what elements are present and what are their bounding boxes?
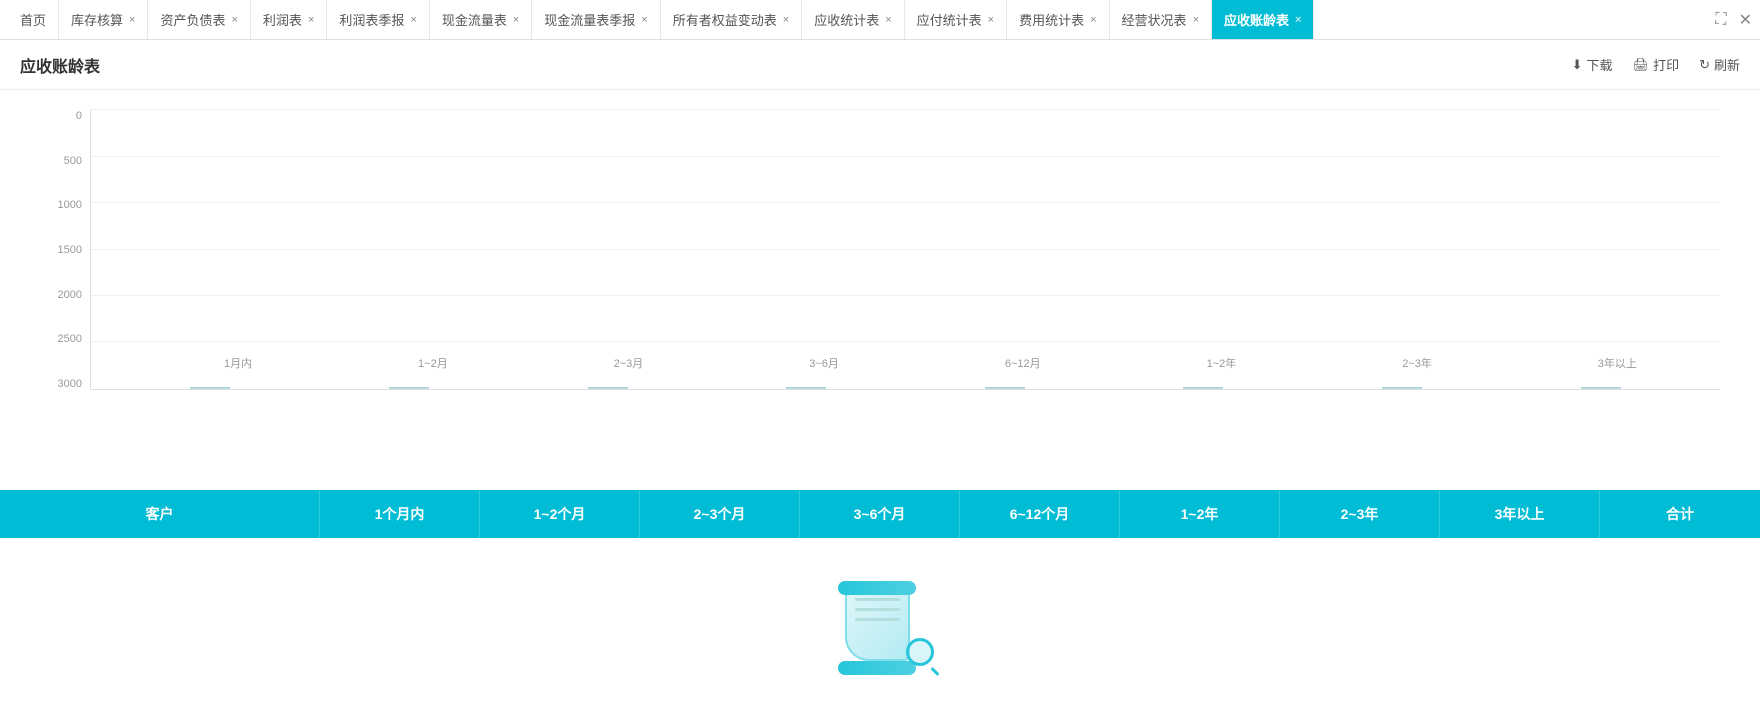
tab-close-operation[interactable]: × xyxy=(1193,14,1199,26)
x-label-2-3月: 2~3月 xyxy=(614,355,644,371)
close-window-button[interactable]: ✕ xyxy=(1739,10,1752,30)
tab-aging[interactable]: 应收账龄表 × xyxy=(1212,0,1314,40)
col-3-6month: 3~6个月 xyxy=(800,490,960,538)
tab-close-expense-stats[interactable]: × xyxy=(1090,14,1096,26)
col-total: 合计 xyxy=(1600,490,1760,538)
tab-profit-quarterly[interactable]: 利润表季报 × xyxy=(327,0,429,40)
tab-close-profit-quarterly[interactable]: × xyxy=(410,14,416,26)
col-6-12month: 6~12个月 xyxy=(960,490,1120,538)
tab-close-aging[interactable]: × xyxy=(1295,14,1301,26)
tab-balance-sheet[interactable]: 资产负债表 × xyxy=(148,0,250,40)
col-3year-plus: 3年以上 xyxy=(1440,490,1600,538)
chart-container: 3000 2500 2000 1500 1000 500 0 xyxy=(40,110,1720,430)
tab-bar: 首页 库存核算 × 资产负债表 × 利润表 × 利润表季报 × 现金流量表 × … xyxy=(0,0,1760,40)
magnifier-handle xyxy=(930,667,939,676)
tab-profit[interactable]: 利润表 × xyxy=(251,0,327,40)
download-button[interactable]: ⬇ 下载 xyxy=(1572,55,1613,74)
y-axis: 3000 2500 2000 1500 1000 500 0 xyxy=(40,110,90,390)
x-label-2-3年: 2~3年 xyxy=(1402,355,1432,371)
col-1-2month: 1~2个月 xyxy=(480,490,640,538)
window-controls: ⛶ ✕ xyxy=(1715,0,1752,40)
refresh-button[interactable]: ↻ 刷新 xyxy=(1699,55,1740,74)
chart-area: 3000 2500 2000 1500 1000 500 0 xyxy=(0,90,1760,490)
x-label-1-2年: 1~2年 xyxy=(1207,355,1237,371)
print-icon: 🖨 xyxy=(1633,57,1650,73)
tab-close-cashflow-quarterly[interactable]: × xyxy=(641,14,647,26)
y-label-0: 0 xyxy=(76,110,82,122)
col-2-3year: 2~3年 xyxy=(1280,490,1440,538)
bars-container xyxy=(91,110,1720,389)
tab-operation[interactable]: 经营状况表 × xyxy=(1110,0,1212,40)
scroll-body xyxy=(845,586,910,661)
refresh-icon: ↻ xyxy=(1699,57,1710,73)
table-header: 客户 1个月内 1~2个月 2~3个月 3~6个月 6~12个月 1~2年 2~… xyxy=(0,490,1760,538)
magnifier-circle xyxy=(906,638,934,666)
col-1-2year: 1~2年 xyxy=(1120,490,1280,538)
y-label-1500: 1500 xyxy=(58,244,82,256)
tab-close-cashflow[interactable]: × xyxy=(513,14,519,26)
tab-receivable-stats[interactable]: 应收统计表 × xyxy=(802,0,904,40)
restore-button[interactable]: ⛶ xyxy=(1715,11,1726,29)
x-axis: 1月内 1~2月 2~3月 3~6月 6~12月 1~2年 2~3年 3年以上 xyxy=(141,349,1720,389)
tab-cashflow[interactable]: 现金流量表 × xyxy=(430,0,532,40)
col-1month: 1个月内 xyxy=(320,490,480,538)
tab-close-profit[interactable]: × xyxy=(308,14,314,26)
scroll-roll-bottom xyxy=(838,661,916,675)
tab-close-equity[interactable]: × xyxy=(783,14,789,26)
y-label-2500: 2500 xyxy=(58,333,82,345)
tab-cashflow-quarterly[interactable]: 现金流量表季报 × xyxy=(532,0,660,40)
tab-close-payable-stats[interactable]: × xyxy=(988,14,994,26)
tab-inventory[interactable]: 库存核算 × xyxy=(59,0,148,40)
download-icon: ⬇ xyxy=(1572,57,1583,73)
page-title: 应收账龄表 xyxy=(20,53,100,77)
tab-equity[interactable]: 所有者权益变动表 × xyxy=(661,0,802,40)
col-customer: 客户 xyxy=(0,490,320,538)
x-label-1-2月: 1~2月 xyxy=(418,355,448,371)
col-2-3month: 2~3个月 xyxy=(640,490,800,538)
tab-close-balance-sheet[interactable]: × xyxy=(231,14,237,26)
tab-close-receivable-stats[interactable]: × xyxy=(885,14,891,26)
page-header: 应收账龄表 ⬇ 下载 🖨 打印 ↻ 刷新 xyxy=(0,40,1760,90)
y-label-3000: 3000 xyxy=(58,378,82,390)
main-content: 3000 2500 2000 1500 1000 500 0 xyxy=(0,90,1760,720)
x-label-3年以上: 3年以上 xyxy=(1598,355,1637,371)
tab-close-inventory[interactable]: × xyxy=(129,14,135,26)
y-label-1000: 1000 xyxy=(58,199,82,211)
scroll-roll-top xyxy=(838,581,916,595)
y-label-2000: 2000 xyxy=(58,289,82,301)
chart-plot: 1月内 1~2月 2~3月 3~6月 6~12月 1~2年 2~3年 3年以上 xyxy=(90,110,1720,390)
empty-illustration xyxy=(830,578,930,678)
x-label-6-12月: 6~12月 xyxy=(1005,355,1041,371)
tab-expense-stats[interactable]: 费用统计表 × xyxy=(1007,0,1109,40)
y-label-500: 500 xyxy=(64,155,82,167)
tab-payable-stats[interactable]: 应付统计表 × xyxy=(905,0,1007,40)
empty-state xyxy=(0,538,1760,718)
x-label-1月内: 1月内 xyxy=(224,355,252,371)
print-button[interactable]: 🖨 打印 xyxy=(1633,55,1680,74)
header-actions: ⬇ 下载 🖨 打印 ↻ 刷新 xyxy=(1572,55,1740,74)
tab-home[interactable]: 首页 xyxy=(8,0,59,40)
x-label-3-6月: 3~6月 xyxy=(809,355,839,371)
